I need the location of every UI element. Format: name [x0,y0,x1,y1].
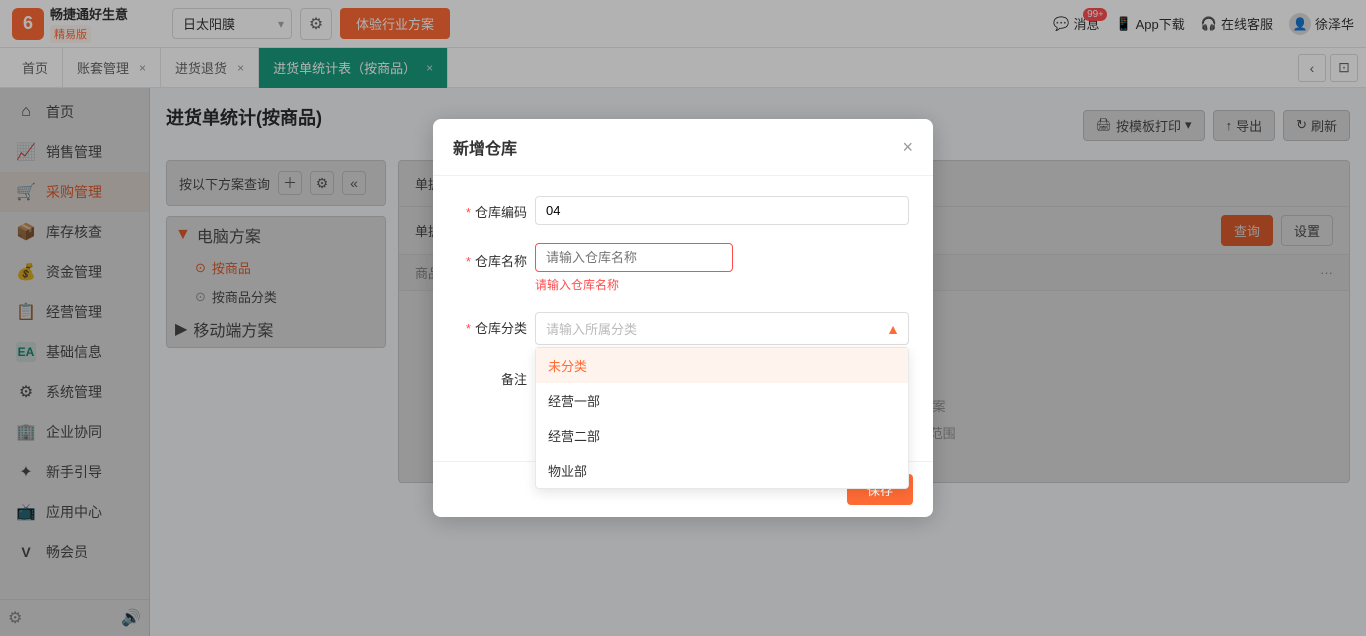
name-error-msg: 请输入仓库名称 [535,278,619,292]
dropdown-item-dept1[interactable]: 经营一部 [536,383,908,418]
category-dropdown: 未分类 经营一部 经营二部 物业部 [535,347,909,489]
name-error-row: 请输入仓库名称 [457,276,619,294]
new-warehouse-modal: 新增仓库 × *仓库编码 *仓库名称 请输入仓库名称 [433,119,933,517]
category-field: 请输入所属分类 ▲ 未分类 经营一部 经营二部 物业部 [535,312,909,345]
modal-header: 新增仓库 × [433,119,933,176]
modal-title: 新增仓库 [453,135,517,159]
modal-body: *仓库编码 *仓库名称 请输入仓库名称 *仓库分类 [433,176,933,461]
name-field-row: *仓库名称 [457,243,733,272]
name-input[interactable] [535,243,733,272]
category-form-row: *仓库分类 请输入所属分类 ▲ 未分类 经营一部 经营二部 物业部 [457,312,909,345]
code-input[interactable] [535,196,909,225]
note-label: 备注 [457,363,527,388]
name-label: *仓库名称 [457,245,527,270]
name-form-row: *仓库名称 请输入仓库名称 [457,243,909,294]
modal-close-btn[interactable]: × [902,137,913,158]
code-label: *仓库编码 [457,196,527,221]
category-select-trigger[interactable]: 请输入所属分类 ▲ [535,312,909,345]
code-form-row: *仓库编码 [457,196,909,225]
dropdown-item-dept2[interactable]: 经营二部 [536,418,908,453]
category-arrow-icon: ▲ [886,321,900,337]
category-label: *仓库分类 [457,312,527,337]
modal-overlay: 新增仓库 × *仓库编码 *仓库名称 请输入仓库名称 [0,0,1366,636]
dropdown-item-property[interactable]: 物业部 [536,453,908,488]
dropdown-item-uncategorized[interactable]: 未分类 [536,348,908,383]
